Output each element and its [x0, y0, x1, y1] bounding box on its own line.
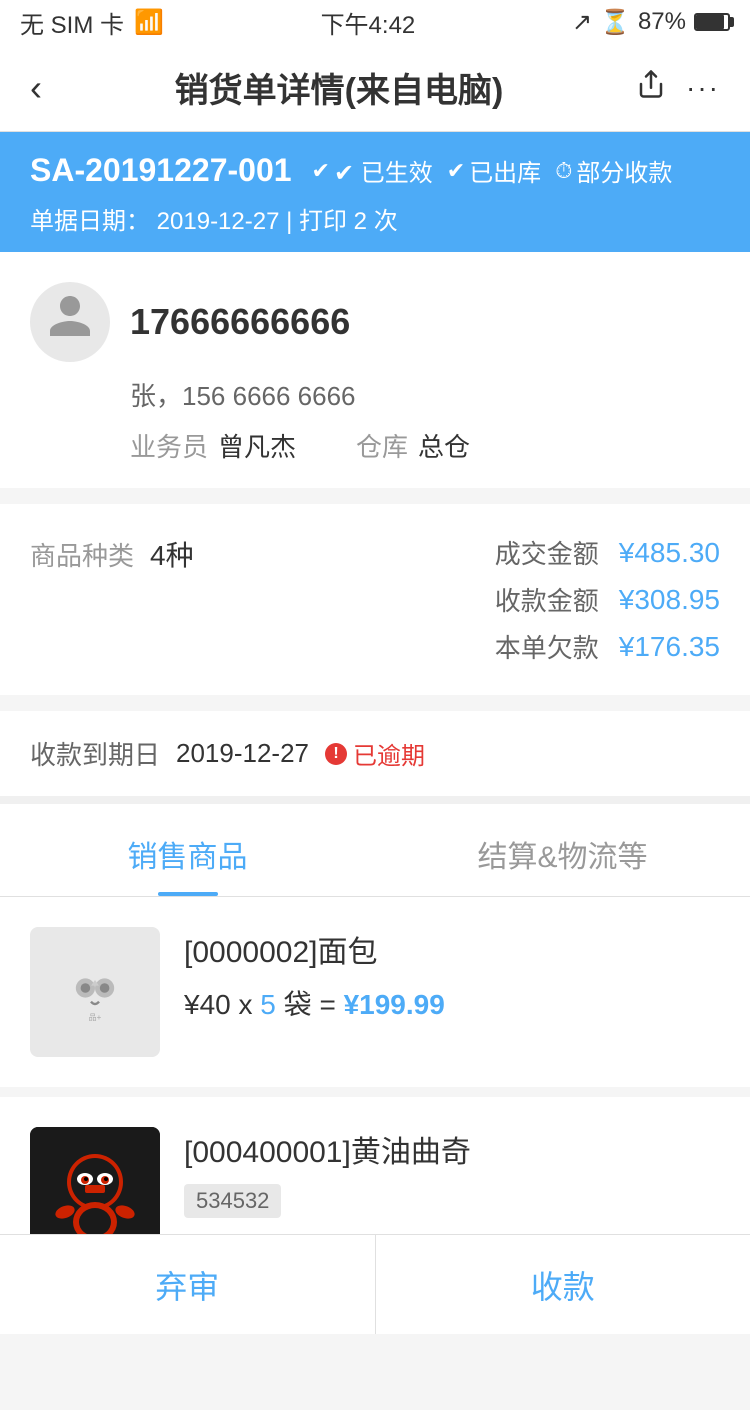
overdue-icon: ! — [325, 743, 347, 765]
check-icon-1: ✔ — [312, 158, 330, 184]
order-id: SA-20191227-001 — [30, 152, 292, 189]
stat-row-deal: 成交金额 ¥485.30 — [495, 534, 720, 571]
stats-left: 商品种类 4种 — [30, 534, 194, 574]
due-section: 收款到期日 2019-12-27 ! 已逾期 — [0, 711, 750, 804]
warehouse-value: 总仓 — [418, 427, 470, 464]
customer-meta: 业务员 曾凡杰 仓库 总仓 — [30, 427, 720, 464]
badge-shipped: ✔ 已出库 — [447, 153, 541, 188]
avatar-icon — [45, 291, 95, 353]
nav-actions: ··· — [636, 69, 720, 107]
received-label: 收款金额 — [495, 581, 599, 618]
stats-right: 成交金额 ¥485.30 收款金额 ¥308.95 本单欠款 ¥176.35 — [495, 534, 720, 665]
status-right: ↗ ⏳ 87% — [572, 8, 730, 37]
page-title: 销货单详情(来自电脑) — [42, 63, 636, 112]
owed-amount: ¥176.35 — [619, 631, 720, 663]
battery-text: 87% — [638, 8, 686, 36]
badge-partial: ⏱ 部分收款 — [555, 153, 672, 188]
list-item: 品+ [0000002]面包 ¥40 x 5 袋 = ¥199.99 — [0, 897, 750, 1087]
check-icon-2: ✔ — [447, 158, 465, 184]
clock-icon: ⏱ — [555, 158, 572, 184]
order-date: 2019-12-27 — [157, 208, 280, 235]
product-name-1: [0000002]面包 — [184, 927, 720, 971]
share-icon[interactable] — [636, 69, 666, 107]
bottom-bar: 弃审 收款 — [0, 1234, 750, 1334]
product-qty-1: 5 — [260, 989, 276, 1020]
salesperson-label: 业务员 — [130, 427, 208, 464]
stat-row-owed: 本单欠款 ¥176.35 — [495, 628, 720, 665]
status-left: 无 SIM 卡 📶 — [20, 5, 164, 40]
warehouse-label: 仓库 — [356, 427, 408, 464]
product-price-1: ¥40 x 5 袋 = ¥199.99 — [184, 983, 720, 1023]
back-button[interactable]: ‹ — [30, 67, 42, 109]
product-name-2: [000400001]黄油曲奇 — [184, 1127, 720, 1171]
tab-sales-products[interactable]: 销售商品 — [0, 804, 375, 896]
product-thumb-1: 品+ — [30, 927, 160, 1057]
order-date-line: 单据日期： 2019-12-27 | 打印 2 次 — [30, 201, 720, 236]
category-value: 4种 — [150, 534, 194, 574]
location-icon: ↗ — [572, 8, 592, 37]
print-info: 打印 2 次 — [299, 208, 398, 235]
svg-text:品+: 品+ — [89, 1013, 102, 1022]
date-label: 单据日期： — [30, 208, 150, 235]
product-separator — [0, 1089, 750, 1097]
battery-icon — [694, 13, 730, 31]
owed-label: 本单欠款 — [495, 628, 599, 665]
product-batch-2: 534532 — [184, 1184, 281, 1218]
category-label: 商品种类 — [30, 536, 134, 573]
salesperson-value: 曾凡杰 — [218, 427, 296, 464]
status-bar: 无 SIM 卡 📶 下午4:42 ↗ ⏳ 87% — [0, 0, 750, 44]
wifi-icon: 📶 — [134, 8, 164, 37]
product-total-1: ¥199.99 — [344, 989, 445, 1020]
due-label: 收款到期日 — [30, 735, 160, 772]
overdue-text: 已逾期 — [353, 736, 425, 771]
more-icon[interactable]: ··· — [686, 72, 720, 104]
stat-row-received: 收款金额 ¥308.95 — [495, 581, 720, 618]
customer-section: 17666666666 张，156 6666 6666 业务员 曾凡杰 仓库 总… — [0, 252, 750, 488]
status-time: 下午4:42 — [321, 5, 416, 40]
due-date: 2019-12-27 — [176, 738, 309, 769]
customer-info: 张，156 6666 6666 — [30, 376, 720, 413]
tab-settlement[interactable]: 结算&物流等 — [375, 804, 750, 896]
deal-amount: ¥485.30 — [619, 537, 720, 569]
header-banner: SA-20191227-001 ✔ ✔ 已生效 ✔ 已出库 ⏱ 部分收款 单据日… — [0, 132, 750, 252]
order-badges: ✔ ✔ 已生效 ✔ 已出库 ⏱ 部分收款 — [312, 153, 673, 188]
carrier-text: 无 SIM 卡 — [20, 5, 124, 40]
alarm-icon: ⏳ — [600, 8, 630, 37]
overdue-badge: ! 已逾期 — [325, 736, 425, 771]
date-separator: | — [286, 208, 299, 235]
collect-payment-button[interactable]: 收款 — [376, 1235, 750, 1334]
tabs-section: 销售商品 结算&物流等 — [0, 804, 750, 897]
product-info-1: [0000002]面包 ¥40 x 5 袋 = ¥199.99 — [184, 927, 720, 1023]
customer-name: 17666666666 — [130, 301, 350, 343]
abandon-review-button[interactable]: 弃审 — [0, 1235, 376, 1334]
avatar — [30, 282, 110, 362]
deal-label: 成交金额 — [495, 534, 599, 571]
salesperson-field: 业务员 曾凡杰 — [130, 427, 296, 464]
warehouse-field: 仓库 总仓 — [356, 427, 470, 464]
stats-section: 商品种类 4种 成交金额 ¥485.30 收款金额 ¥308.95 本单欠款 ¥… — [0, 504, 750, 695]
badge-effective: ✔ ✔ 已生效 — [312, 153, 433, 188]
nav-bar: ‹ 销货单详情(来自电脑) ··· — [0, 44, 750, 132]
received-amount: ¥308.95 — [619, 584, 720, 616]
